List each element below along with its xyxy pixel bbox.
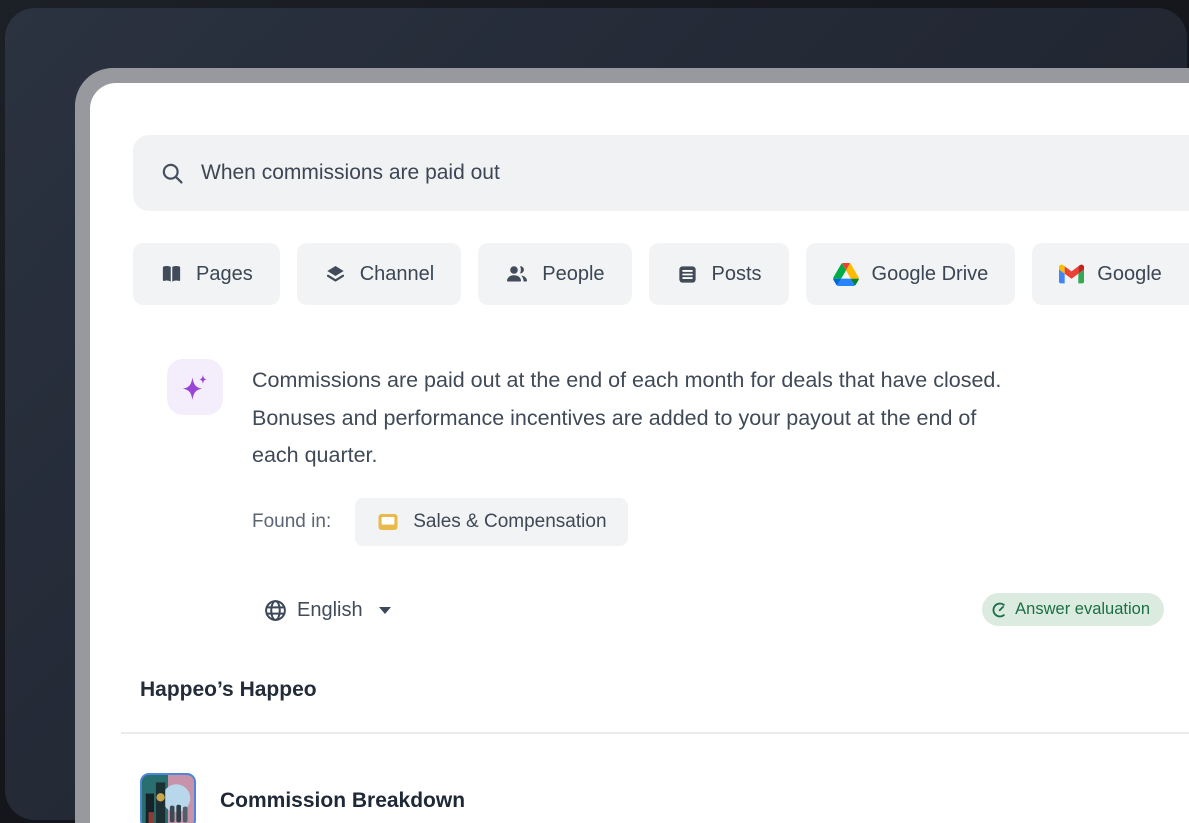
search-input[interactable]: When commissions are paid out (133, 135, 1189, 211)
filter-chip-label: Pages (196, 263, 253, 286)
filter-chip-label: Posts (712, 263, 762, 286)
filter-chip-pages[interactable]: Pages (133, 243, 280, 305)
chevron-down-icon (379, 607, 391, 614)
results-section-title: Happeo’s Happeo (140, 678, 317, 702)
channel-layers-icon (324, 263, 347, 286)
found-in-row: Found in: Sales & Compensation (252, 498, 628, 546)
filter-chip-google-drive[interactable]: Google Drive (806, 243, 1016, 305)
filter-chip-people[interactable]: People (478, 243, 631, 305)
language-label: English (297, 599, 363, 622)
answer-line: each quarter. (252, 437, 1001, 475)
posts-icon (676, 263, 699, 286)
language-selector[interactable]: English (263, 593, 391, 627)
ai-answer-block: Commissions are paid out at the end of e… (167, 359, 1001, 475)
result-title: Commission Breakdown (220, 789, 465, 813)
source-page-label: Sales & Compensation (413, 511, 606, 533)
answer-line: Commissions are paid out at the end of e… (252, 362, 1001, 400)
search-icon (160, 161, 185, 186)
gmail-icon (1059, 262, 1084, 287)
answer-evaluation-label: Answer evaluation (1015, 600, 1150, 619)
filter-chip-channel[interactable]: Channel (297, 243, 462, 305)
google-drive-icon (833, 263, 859, 286)
filter-chip-label: Google Drive (872, 263, 989, 286)
window-frame: When commissions are paid out Pages (75, 68, 1189, 823)
pages-icon (160, 263, 183, 286)
source-page-chip[interactable]: Sales & Compensation (355, 498, 627, 546)
globe-icon (263, 598, 288, 623)
section-divider (121, 732, 1189, 734)
page-thumbnail-icon (376, 510, 400, 534)
people-icon (505, 262, 529, 286)
ai-answer-text: Commissions are paid out at the end of e… (252, 359, 1001, 475)
filter-chip-label: Google (1097, 263, 1162, 286)
search-query-text: When commissions are paid out (201, 161, 500, 185)
answer-line: Bonuses and performance incentives are a… (252, 400, 1001, 438)
filter-chip-row: Pages Channel (133, 243, 1189, 305)
found-in-label: Found in: (252, 511, 331, 533)
result-thumbnail (140, 773, 196, 823)
filter-chip-label: People (542, 263, 604, 286)
filter-chip-posts[interactable]: Posts (649, 243, 789, 305)
search-window: When commissions are paid out Pages (90, 83, 1189, 823)
result-item-commission-breakdown[interactable]: Commission Breakdown (140, 773, 465, 823)
answer-evaluation-badge[interactable]: Answer evaluation (982, 593, 1164, 626)
filter-chip-label: Channel (360, 263, 435, 286)
ai-sparkle-icon (167, 359, 223, 415)
filter-chip-google-mail[interactable]: Google (1032, 243, 1189, 305)
gauge-icon (991, 601, 1009, 619)
